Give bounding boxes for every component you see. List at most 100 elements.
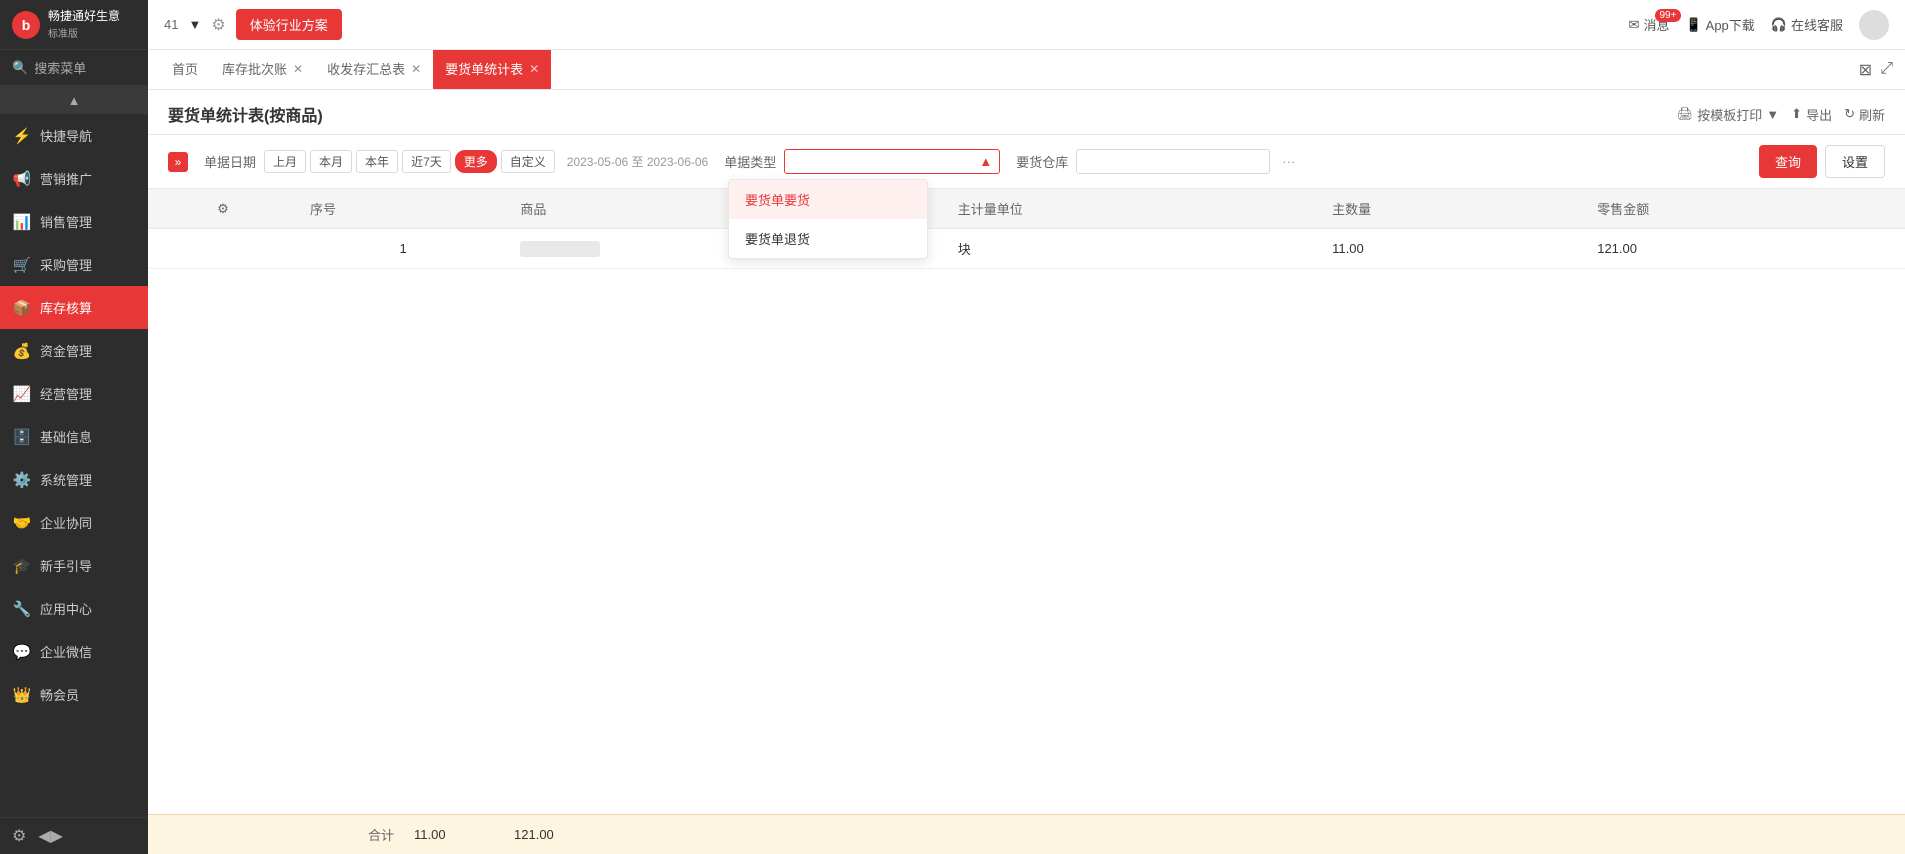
row-main-qty: 11.00 [1320, 229, 1585, 269]
tab-order-stats[interactable]: 要货单统计表 ✕ [433, 50, 551, 89]
query-button[interactable]: 查询 [1759, 145, 1817, 178]
date-range-text: 2023-05-06 至 2023-06-06 [567, 153, 708, 170]
export-icon: ⬆ [1791, 106, 1802, 122]
tab-home[interactable]: 首页 [160, 50, 210, 89]
date-filter-group: 单据日期 上月 本月 本年 近7天 更多 自定义 2023-05-06 至 20… [204, 150, 708, 173]
print-chevron-icon: ▼ [1766, 107, 1779, 122]
more-filters-icon[interactable]: ··· [1282, 154, 1295, 169]
sidebar-item-资金管理[interactable]: 💰资金管理 [0, 329, 148, 372]
nav-icon-11: 🔧 [12, 600, 32, 618]
nav-label-2: 销售管理 [40, 212, 92, 231]
nav-label-9: 企业协同 [40, 513, 92, 532]
online-service-item[interactable]: 🎧 在线客服 [1771, 15, 1843, 34]
col-index: 序号 [298, 189, 508, 229]
nav-label-4: 库存核算 [40, 298, 92, 317]
date-buttons: 上月 本月 本年 近7天 更多 自定义 [264, 150, 555, 173]
nav-label-0: 快捷导航 [40, 126, 92, 145]
refresh-button[interactable]: ↻ 刷新 [1844, 105, 1885, 124]
date-last-7days[interactable]: 近7天 [402, 150, 451, 173]
search-menu-label: 搜索菜单 [34, 58, 86, 77]
nav-label-13: 畅会员 [40, 685, 79, 704]
tab-home-label: 首页 [172, 59, 198, 78]
scroll-up-button[interactable]: ▲ [0, 86, 148, 114]
sidebar-item-销售管理[interactable]: 📊 销售管理 [0, 200, 148, 243]
col-settings: ⚙ [148, 189, 298, 229]
nav-icon-1: 📢 [12, 170, 32, 188]
trial-button[interactable]: 体验行业方案 [236, 9, 342, 40]
tab-expand: ⊠ ⤢ [1859, 60, 1893, 80]
nav-label-1: 营销推广 [40, 169, 92, 188]
search-menu[interactable]: 🔍 搜索菜单 [0, 50, 148, 86]
sidebar-logo: b 畅捷通好生意 标准版 [0, 0, 148, 50]
date-last-month[interactable]: 上月 [264, 150, 306, 173]
row-gear [148, 229, 298, 269]
fullscreen-icon[interactable]: ⤢ [1880, 60, 1893, 80]
sidebar-item-企业微信[interactable]: 💬企业微信 [0, 630, 148, 673]
summary-main-qty: 11.00 [414, 827, 514, 842]
sidebar-item-经营管理[interactable]: 📈经营管理 [0, 372, 148, 415]
export-button[interactable]: ⬆ 导出 [1791, 105, 1832, 124]
summary-label: 合计 [168, 825, 394, 844]
sidebar-bottom: ⚙ ◀▶ [0, 817, 148, 854]
app-download-label: App下载 [1706, 15, 1755, 34]
filter-settings-button[interactable]: 设置 [1825, 145, 1885, 178]
print-button[interactable]: 🖨 按模板打印 ▼ [1677, 105, 1779, 124]
settings-icon[interactable]: ⚙ [12, 826, 26, 846]
tab-summary[interactable]: 收发存汇总表 ✕ [315, 50, 433, 89]
refresh-icon: ↻ [1844, 106, 1855, 122]
app-download-item[interactable]: 📱 App下载 [1685, 15, 1754, 34]
filter-area: » 单据日期 上月 本月 本年 近7天 更多 自定义 2023-05-06 至 … [148, 135, 1905, 189]
date-filter-label: 单据日期 [204, 152, 256, 171]
filter-buttons: 查询 设置 [1759, 145, 1885, 178]
col-main-qty: 主数量 [1320, 189, 1585, 229]
nav-icon-3: 🛒 [12, 256, 32, 274]
settings-gear-icon[interactable]: ⚙ [217, 201, 229, 216]
nav-icon-13: 👑 [12, 686, 32, 704]
sidebar-item-营销推广[interactable]: 📢 营销推广 [0, 157, 148, 200]
col-retail-amt: 零售金额 [1585, 189, 1905, 229]
sidebar-item-新手引导[interactable]: 🎓新手引导 [0, 544, 148, 587]
nav-icon-2: 📊 [12, 213, 32, 231]
nav-icon-0: ⚡ [12, 127, 32, 145]
expand-icon[interactable]: ⊠ [1859, 60, 1872, 80]
dropdown-option-order[interactable]: 要货单要货 [729, 180, 927, 219]
sidebar-item-畅会员[interactable]: 👑 畅会员 [0, 673, 148, 716]
nav-icon-5: 💰 [12, 342, 32, 360]
warehouse-filter-label: 要货仓库 [1016, 152, 1068, 171]
dropdown-option-return[interactable]: 要货单退货 [729, 219, 927, 258]
row-unit: 块 [946, 229, 1320, 269]
sidebar-item-系统管理[interactable]: ⚙️系统管理 [0, 458, 148, 501]
sidebar-item-基础信息[interactable]: 🗄️基础信息 [0, 415, 148, 458]
tab-summary-close[interactable]: ✕ [411, 62, 421, 76]
tab-order-stats-close[interactable]: ✕ [529, 62, 539, 76]
topbar-gear-icon[interactable]: ⚙ [211, 15, 225, 35]
warehouse-input[interactable] [1076, 149, 1270, 174]
message-badge: 99+ [1655, 9, 1682, 22]
collapse-icon[interactable]: ◀▶ [38, 826, 63, 846]
message-item[interactable]: ✉ 消息 99+ [1629, 15, 1670, 34]
date-this-year[interactable]: 本年 [356, 150, 398, 173]
tab-inventory-batch[interactable]: 库存批次账 ✕ [210, 50, 315, 89]
user-avatar[interactable] [1859, 10, 1889, 40]
main-area: 41 ▼ ⚙ 体验行业方案 ✉ 消息 99+ 📱 App下载 🎧 在线客服 [148, 0, 1905, 854]
nav-icon-6: 📈 [12, 385, 32, 403]
nav-icon-9: 🤝 [12, 514, 32, 532]
filter-toggle-button[interactable]: » [168, 152, 188, 172]
date-more[interactable]: 更多 [455, 150, 497, 173]
col-unit: 主计量单位 [946, 189, 1320, 229]
tab-inventory-batch-close[interactable]: ✕ [293, 62, 303, 76]
sidebar-item-应用中心[interactable]: 🔧应用中心 [0, 587, 148, 630]
message-icon: ✉ [1629, 17, 1640, 33]
topbar-dropdown[interactable]: ▼ [188, 17, 201, 32]
sidebar-item-快捷导航[interactable]: ⚡ 快捷导航 [0, 114, 148, 157]
type-select-input[interactable] [784, 149, 1000, 174]
print-icon: 🖨 [1677, 106, 1694, 122]
row-retail-amt: 121.00 [1585, 229, 1905, 269]
table-header-row: ⚙ 序号 商品 主计量单位 主数量 零售金额 [148, 189, 1905, 229]
date-custom[interactable]: 自定义 [501, 150, 555, 173]
sidebar-item-库存核算[interactable]: 📦库存核算 [0, 286, 148, 329]
date-this-month[interactable]: 本月 [310, 150, 352, 173]
tab-order-stats-label: 要货单统计表 [445, 59, 523, 78]
sidebar-item-企业协同[interactable]: 🤝 企业协同 [0, 501, 148, 544]
sidebar-item-采购管理[interactable]: 🛒采购管理 [0, 243, 148, 286]
